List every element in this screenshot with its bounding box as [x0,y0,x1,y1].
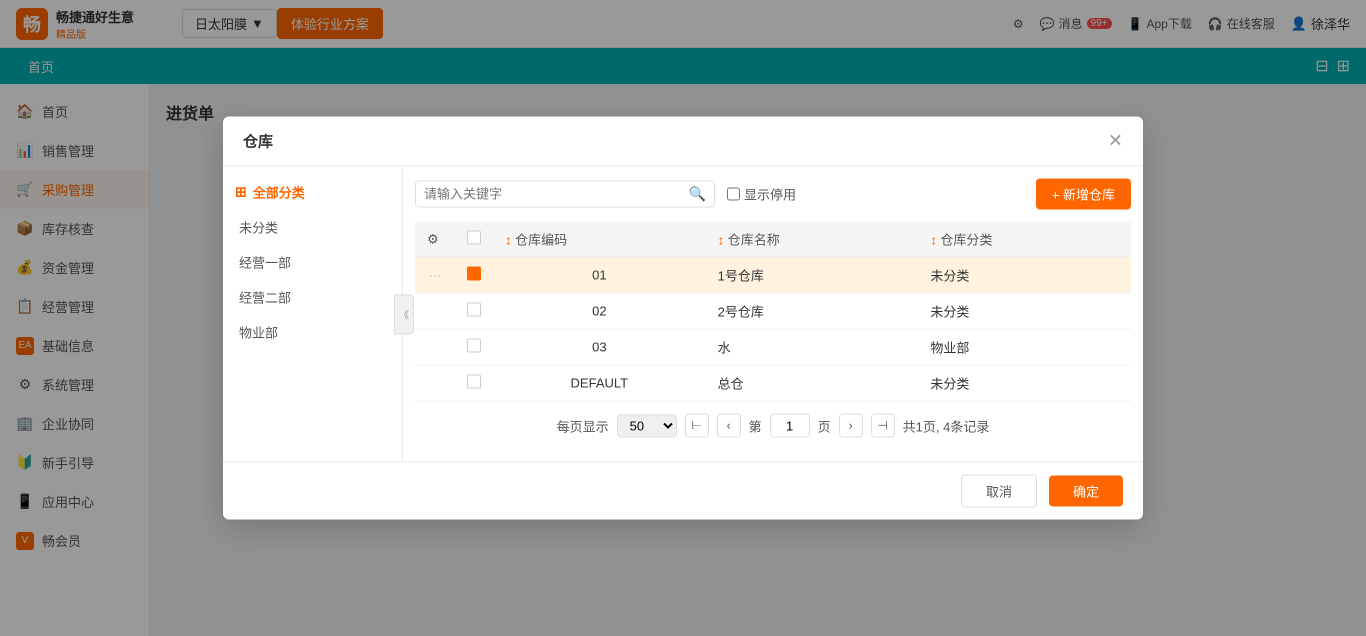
col-code: ↕ 仓库编码 [493,222,706,258]
table-row[interactable]: ··· 01 1号仓库 未分类 [415,257,1131,293]
row-name: 水 [706,329,919,365]
first-page-button[interactable]: ⊢ [685,414,709,438]
confirm-button[interactable]: 确定 [1049,476,1123,507]
page-number-input[interactable] [770,414,810,438]
row-gear[interactable] [415,293,455,329]
row-category: 物业部 [918,329,1131,365]
show-disabled-checkbox[interactable]: 显示停用 [727,185,796,204]
show-disabled-check[interactable] [727,188,740,201]
col-name: ↕ 仓库名称 [706,222,919,258]
per-page-select[interactable]: 50 20 100 [617,414,677,437]
row-num: 03 [493,329,706,365]
category-item-dept2[interactable]: 经营二部 [223,280,402,315]
row-name: 2号仓库 [706,293,919,329]
row-gear[interactable] [415,329,455,365]
category-panel: ⊞ 全部分类 未分类 经营一部 经营二部 物业部 《 [223,167,403,462]
prev-page-button[interactable]: ‹ [717,414,741,438]
row-checkbox-3[interactable] [467,339,481,353]
warehouse-modal: 仓库 ✕ ⊞ 全部分类 未分类 经营一部 经营二部 物业部 《 🔍 [223,117,1143,520]
row-category: 未分类 [918,293,1131,329]
grid-icon: ⊞ [235,184,247,201]
pagination: 每页显示 50 20 100 ⊢ ‹ 第 页 › ⊣ 共1页, 4条记录 [415,402,1131,450]
search-input[interactable] [424,187,683,202]
col-gear: ⚙ [415,222,455,258]
row-checkbox-cell [455,293,493,329]
row-num: 02 [493,293,706,329]
row-checkbox-2[interactable] [467,303,481,317]
row-checkbox-cell [455,329,493,365]
row-checkbox-4[interactable] [467,375,481,389]
modal-close-button[interactable]: ✕ [1108,131,1123,152]
table-toolbar: 🔍 显示停用 + 新增仓库 [415,179,1131,210]
row-checkbox-cell [455,257,493,293]
search-icon: 🔍 [689,186,706,203]
row-more-dots: ··· [429,268,442,283]
table-row[interactable]: DEFAULT 总仓 未分类 [415,365,1131,401]
row-num: 01 [493,257,706,293]
warehouse-table: ⚙ ↕ 仓库编码 ↕ 仓库名称 ↕ 仓库分类 [415,222,1131,402]
category-item-unclassified[interactable]: 未分类 [223,210,402,245]
next-page-button[interactable]: › [839,414,863,438]
row-checkbox-cell [455,365,493,401]
modal-header: 仓库 ✕ [223,117,1143,167]
modal-body: ⊞ 全部分类 未分类 经营一部 经营二部 物业部 《 🔍 显示停用 + 新增 [223,167,1143,462]
row-category: 未分类 [918,365,1131,401]
table-panel: 🔍 显示停用 + 新增仓库 ⚙ ↕ 仓库编码 [403,167,1143,462]
row-num: DEFAULT [493,365,706,401]
table-row[interactable]: 02 2号仓库 未分类 [415,293,1131,329]
last-page-button[interactable]: ⊣ [871,414,895,438]
add-warehouse-button[interactable]: + 新增仓库 [1036,179,1131,210]
category-item-property[interactable]: 物业部 [223,315,402,350]
table-row[interactable]: 03 水 物业部 [415,329,1131,365]
row-gear[interactable]: ··· [415,257,455,293]
table-container: ⚙ ↕ 仓库编码 ↕ 仓库名称 ↕ 仓库分类 [415,222,1131,402]
collapse-category-button[interactable]: 《 [394,294,414,334]
row-gear[interactable] [415,365,455,401]
cancel-button[interactable]: 取消 [961,475,1037,508]
modal-footer: 取消 确定 [223,462,1143,520]
row-checkbox-1[interactable] [467,267,481,281]
select-all-checkbox[interactable] [467,231,481,245]
category-item-dept1[interactable]: 经营一部 [223,245,402,280]
all-categories-header[interactable]: ⊞ 全部分类 [223,175,402,210]
col-category: ↕ 仓库分类 [918,222,1131,258]
row-name: 总仓 [706,365,919,401]
modal-title: 仓库 [243,131,273,152]
search-box: 🔍 [415,181,715,208]
row-name: 1号仓库 [706,257,919,293]
col-checkbox [455,222,493,258]
row-category: 未分类 [918,257,1131,293]
